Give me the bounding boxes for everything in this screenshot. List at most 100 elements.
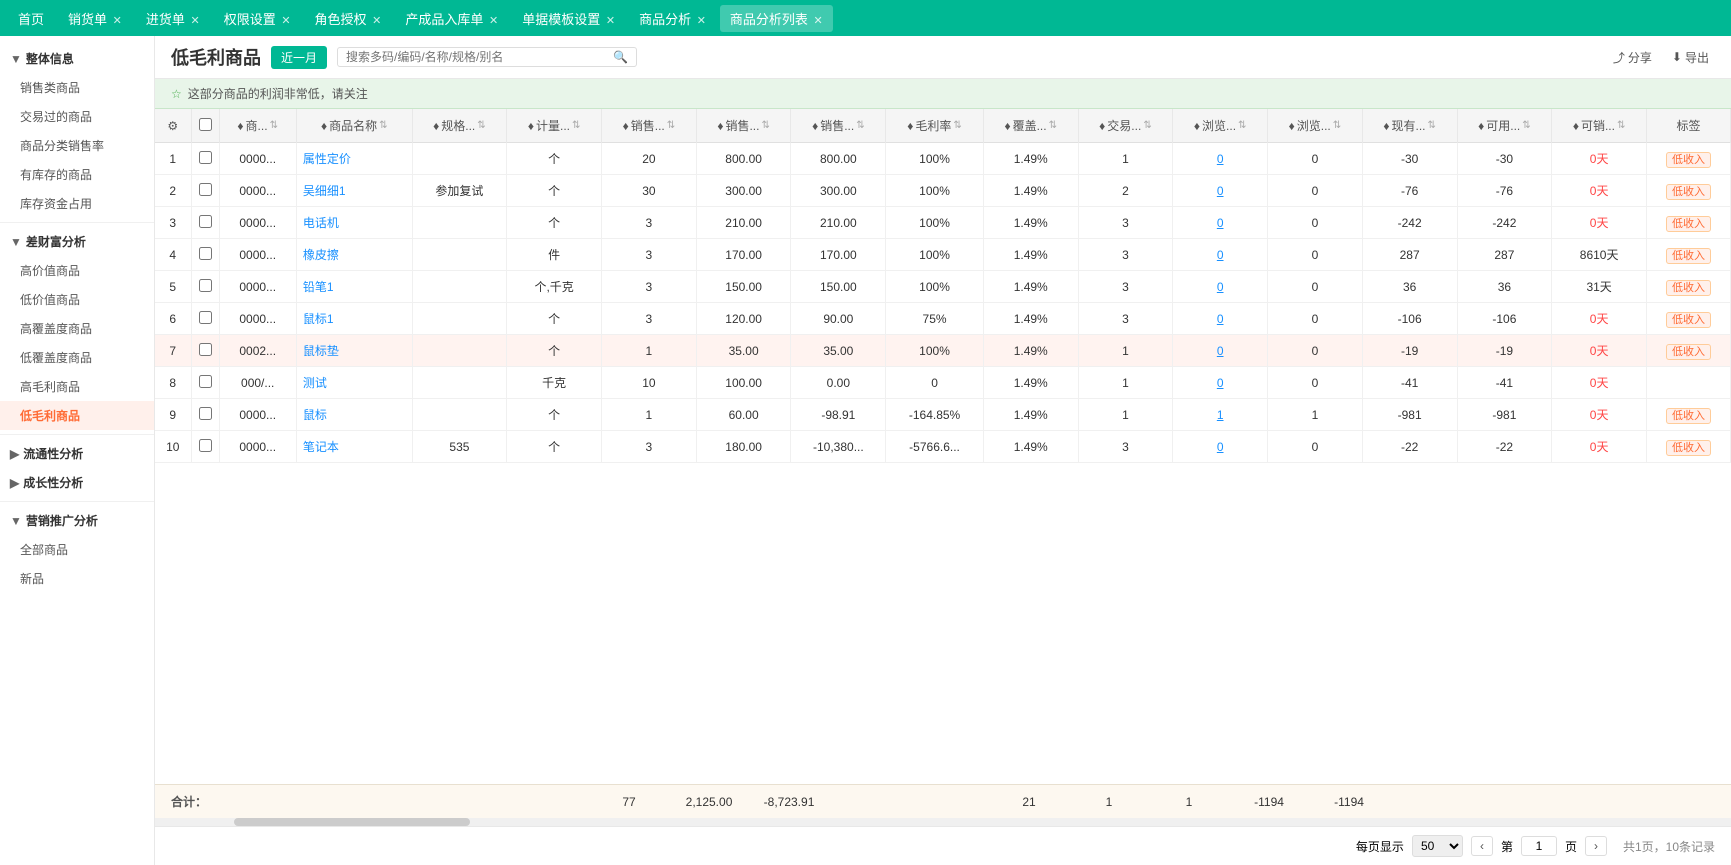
page-size-select[interactable]: 50 20 100 xyxy=(1412,835,1463,857)
sort-stock1-icon[interactable]: ⇅ xyxy=(1428,120,1436,131)
row-checkbox[interactable] xyxy=(199,247,212,260)
row-name[interactable]: 鼠标 xyxy=(296,399,412,431)
close-purchase-tab[interactable]: ✕ xyxy=(190,15,199,27)
close-roles-tab[interactable]: ✕ xyxy=(372,15,381,27)
sidebar-item-high-margin[interactable]: 高毛利商品 xyxy=(0,372,154,401)
sidebar-item-high-value[interactable]: 高价值商品 xyxy=(0,256,154,285)
nav-home[interactable]: 首页 xyxy=(8,5,54,32)
row-checkbox-cell[interactable] xyxy=(191,271,219,303)
row-name[interactable]: 鼠标1 xyxy=(296,303,412,335)
nav-sales[interactable]: 销货单 ✕ xyxy=(58,5,132,32)
sort-name-icon[interactable]: ⇅ xyxy=(379,120,387,131)
sort-gross1-icon[interactable]: ⇅ xyxy=(953,120,961,131)
row-view1[interactable]: 0 xyxy=(1173,335,1268,367)
sidebar-group-wealth[interactable]: ▼ 差财富分析 xyxy=(0,227,154,256)
nav-analysis-list[interactable]: 商品分析列表 ✕ xyxy=(720,5,833,32)
horizontal-scrollbar[interactable] xyxy=(155,818,1731,826)
close-sales-tab[interactable]: ✕ xyxy=(113,15,122,27)
sidebar-group-marketing[interactable]: ▼ 营销推广分析 xyxy=(0,506,154,535)
row-name[interactable]: 测试 xyxy=(296,367,412,399)
row-checkbox-cell[interactable] xyxy=(191,431,219,463)
sort-coverage-icon[interactable]: ⇅ xyxy=(1049,120,1057,131)
row-view1[interactable]: 1 xyxy=(1173,399,1268,431)
close-analysis-tab[interactable]: ✕ xyxy=(697,15,706,27)
row-checkbox-cell[interactable] xyxy=(191,143,219,175)
sidebar-item-sales-goods[interactable]: 销售类商品 xyxy=(0,73,154,102)
sidebar-item-low-margin[interactable]: 低毛利商品 xyxy=(0,401,154,430)
row-view1[interactable]: 0 xyxy=(1173,239,1268,271)
date-filter-button[interactable]: 近一月 xyxy=(271,46,327,69)
sort-code-icon[interactable]: ⇅ xyxy=(270,120,278,131)
nav-permissions[interactable]: 权限设置 ✕ xyxy=(214,5,301,32)
sidebar-item-all-goods[interactable]: 全部商品 xyxy=(0,535,154,564)
row-checkbox[interactable] xyxy=(199,215,212,228)
close-permissions-tab[interactable]: ✕ xyxy=(281,15,290,27)
row-checkbox[interactable] xyxy=(199,375,212,388)
row-checkbox-cell[interactable] xyxy=(191,239,219,271)
row-name[interactable]: 鼠标垫 xyxy=(296,335,412,367)
nav-purchase[interactable]: 进货单 ✕ xyxy=(136,5,210,32)
row-name[interactable]: 笔记本 xyxy=(296,431,412,463)
col-settings[interactable]: ⚙ xyxy=(155,109,191,143)
row-checkbox-cell[interactable] xyxy=(191,335,219,367)
row-view1[interactable]: 0 xyxy=(1173,175,1268,207)
page-number-input[interactable] xyxy=(1521,836,1557,856)
close-analysis-list-tab[interactable]: ✕ xyxy=(814,15,823,27)
row-name[interactable]: 吴细细1 xyxy=(296,175,412,207)
sort-sales3-icon[interactable]: ⇅ xyxy=(856,120,864,131)
row-view1[interactable]: 0 xyxy=(1173,207,1268,239)
row-checkbox[interactable] xyxy=(199,279,212,292)
sidebar-item-new-goods[interactable]: 新品 xyxy=(0,564,154,593)
select-all-checkbox[interactable] xyxy=(199,118,212,131)
row-checkbox[interactable] xyxy=(199,343,212,356)
sidebar-group-growth[interactable]: ▶ 成长性分析 xyxy=(0,468,154,497)
next-page-button[interactable]: › xyxy=(1585,836,1607,856)
nav-analysis[interactable]: 商品分析 ✕ xyxy=(629,5,716,32)
share-button[interactable]: ⤴ 分享 xyxy=(1607,46,1658,69)
row-checkbox[interactable] xyxy=(199,311,212,324)
sort-stock3-icon[interactable]: ⇅ xyxy=(1617,120,1625,131)
row-view1[interactable]: 0 xyxy=(1173,431,1268,463)
sidebar-group-overall[interactable]: ▼ 整体信息 xyxy=(0,44,154,73)
row-checkbox-cell[interactable] xyxy=(191,175,219,207)
row-name[interactable]: 属性定价 xyxy=(296,143,412,175)
col-checkbox[interactable] xyxy=(191,109,219,143)
row-view1[interactable]: 0 xyxy=(1173,143,1268,175)
row-view1[interactable]: 0 xyxy=(1173,271,1268,303)
sort-spec-icon[interactable]: ⇅ xyxy=(477,120,485,131)
sort-sales1-icon[interactable]: ⇅ xyxy=(667,120,675,131)
row-checkbox[interactable] xyxy=(199,439,212,452)
search-icon[interactable]: 🔍 xyxy=(613,50,628,64)
row-name[interactable]: 橡皮擦 xyxy=(296,239,412,271)
row-name[interactable]: 铅笔1 xyxy=(296,271,412,303)
sort-sales2-icon[interactable]: ⇅ xyxy=(761,120,769,131)
row-checkbox[interactable] xyxy=(199,183,212,196)
export-button[interactable]: ⬇ 导出 xyxy=(1666,46,1715,69)
sort-stock2-icon[interactable]: ⇅ xyxy=(1522,120,1530,131)
close-templates-tab[interactable]: ✕ xyxy=(606,15,615,27)
sidebar-group-flow[interactable]: ▶ 流通性分析 xyxy=(0,439,154,468)
row-checkbox[interactable] xyxy=(199,407,212,420)
row-checkbox[interactable] xyxy=(199,151,212,164)
nav-templates[interactable]: 单据模板设置 ✕ xyxy=(512,5,625,32)
sort-view1-icon[interactable]: ⇅ xyxy=(1238,120,1246,131)
row-view1[interactable]: 0 xyxy=(1173,303,1268,335)
sidebar-item-stock-capital[interactable]: 库存资金占用 xyxy=(0,189,154,218)
prev-page-button[interactable]: ‹ xyxy=(1471,836,1493,856)
row-checkbox-cell[interactable] xyxy=(191,207,219,239)
row-checkbox-cell[interactable] xyxy=(191,367,219,399)
sort-deal-icon[interactable]: ⇅ xyxy=(1143,120,1151,131)
nav-products[interactable]: 产成品入库单 ✕ xyxy=(395,5,508,32)
settings-icon[interactable]: ⚙ xyxy=(167,119,178,133)
sidebar-item-low-coverage[interactable]: 低覆盖度商品 xyxy=(0,343,154,372)
search-input[interactable] xyxy=(346,50,609,64)
sort-view2-icon[interactable]: ⇅ xyxy=(1333,120,1341,131)
nav-roles[interactable]: 角色授权 ✕ xyxy=(305,5,392,32)
row-view1[interactable]: 0 xyxy=(1173,367,1268,399)
row-checkbox-cell[interactable] xyxy=(191,303,219,335)
sidebar-item-category-rate[interactable]: 商品分类销售率 xyxy=(0,131,154,160)
sort-unit-icon[interactable]: ⇅ xyxy=(572,120,580,131)
scrollbar-thumb[interactable] xyxy=(234,818,470,826)
row-checkbox-cell[interactable] xyxy=(191,399,219,431)
sidebar-item-low-value[interactable]: 低价值商品 xyxy=(0,285,154,314)
